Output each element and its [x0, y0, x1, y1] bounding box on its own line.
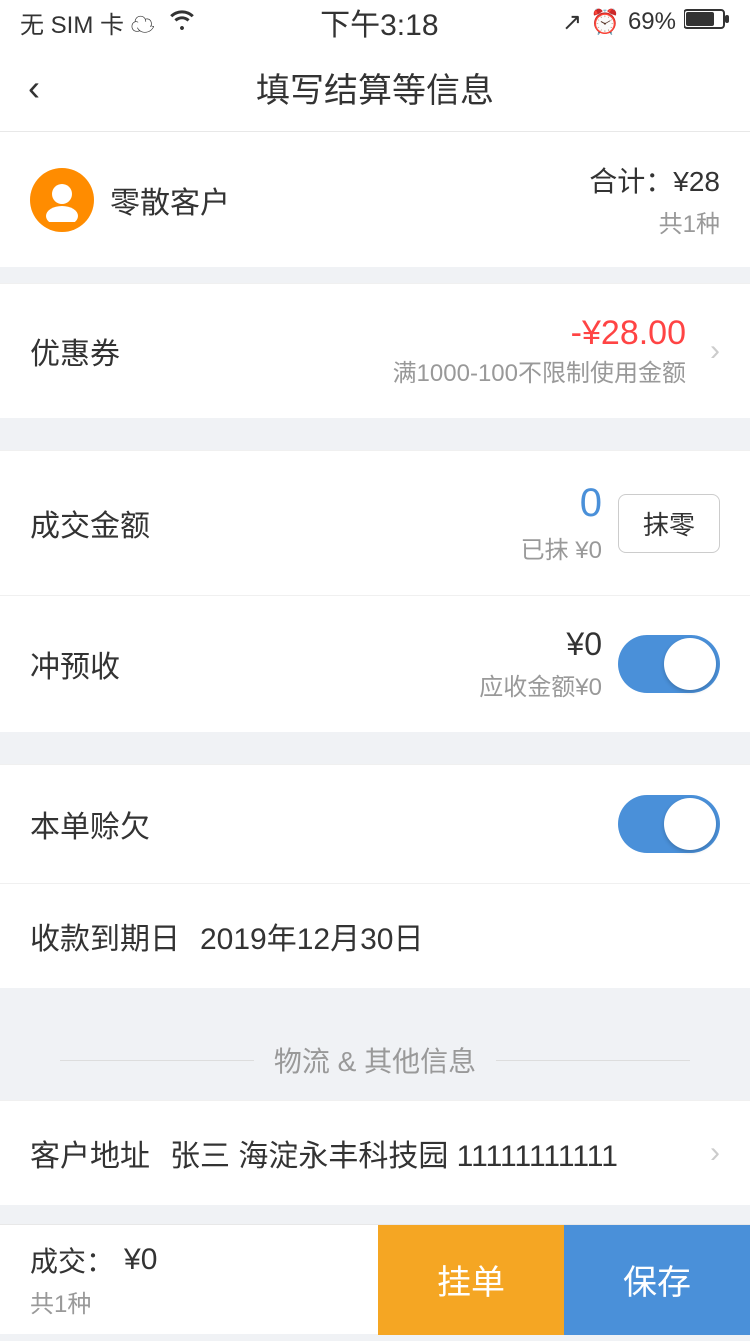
discount-desc: 满1000-100不限制使用金额 — [393, 353, 686, 388]
round-zero-button[interactable]: 抹零 — [618, 494, 720, 553]
chevron-right-icon: › — [710, 334, 720, 368]
coupon-section: 优惠券 -¥28.00 满1000-100不限制使用金额 › — [0, 283, 750, 418]
toggle-knob — [664, 638, 716, 690]
logistics-header: 物流 & 其他信息 — [0, 1020, 750, 1100]
back-button[interactable]: ‹ — [28, 67, 40, 109]
transaction-amount: 0 — [521, 481, 602, 526]
debt-toggle-knob — [664, 798, 716, 850]
save-button[interactable]: 保存 — [564, 1225, 750, 1335]
discount-amount: -¥28.00 — [393, 314, 686, 353]
transaction-right: 0 已抹 ¥0 抹零 — [521, 481, 720, 565]
address-chevron-icon: › — [710, 1136, 720, 1170]
bottom-trans-amount: ¥0 — [124, 1243, 157, 1277]
total-count: 共1种 — [589, 204, 720, 239]
avatar — [30, 168, 94, 232]
coupon-label: 优惠券 — [30, 329, 150, 373]
divider-2 — [0, 748, 750, 764]
location-icon: ↗ — [562, 8, 582, 37]
pending-button[interactable]: 挂单 — [378, 1225, 564, 1335]
coupon-row[interactable]: 优惠券 -¥28.00 满1000-100不限制使用金额 › — [0, 283, 750, 418]
transaction-value-wrapper: 0 已抹 ¥0 — [521, 481, 602, 565]
prepayment-value-wrapper: ¥0 应收金额¥0 — [479, 626, 602, 702]
status-right: ↗ ⏰ 69% — [562, 8, 730, 37]
debt-row: 本单赊欠 — [0, 764, 750, 883]
prepayment-right: ¥0 应收金额¥0 — [479, 626, 720, 702]
wifi-icon — [167, 8, 197, 37]
content: 零散客户 合计：¥28 共1种 优惠券 -¥28.00 满1000-100不限制… — [0, 132, 750, 1341]
address-label: 客户地址 — [30, 1131, 150, 1175]
bottom-info: 成交： ¥0 共1种 — [0, 1240, 378, 1319]
address-section: 客户地址 张三 海淀永丰科技园 11111111111 › — [0, 1100, 750, 1205]
rounded-label: 已抹 ¥0 — [521, 530, 602, 565]
transaction-row: 成交金额 0 已抹 ¥0 抹零 — [0, 450, 750, 595]
customer-name: 零散客户 — [110, 178, 230, 222]
address-row[interactable]: 客户地址 张三 海淀永丰科技园 11111111111 › — [0, 1100, 750, 1205]
due-date-row: 收款到期日 2019年12月30日 — [0, 883, 750, 988]
divider-1 — [0, 434, 750, 450]
prepayment-row: 冲预收 ¥0 应收金额¥0 — [0, 595, 750, 732]
status-left: 无 SIM 卡 ☁ — [20, 5, 197, 40]
debt-section: 本单赊欠 收款到期日 2019年12月30日 — [0, 764, 750, 988]
coupon-right: -¥28.00 满1000-100不限制使用金额 › — [393, 314, 720, 388]
debt-label: 本单赊欠 — [30, 802, 150, 846]
transaction-section: 成交金额 0 已抹 ¥0 抹零 冲预收 ¥0 应收金额¥0 — [0, 450, 750, 732]
page-title: 填写结算等信息 — [256, 63, 494, 112]
due-date-value: 2019年12月30日 — [200, 914, 423, 958]
bottom-trans-label: 成交： — [30, 1240, 114, 1280]
debt-right — [618, 795, 720, 853]
prepayment-sub: 应收金额¥0 — [479, 667, 602, 702]
prepayment-value: ¥0 — [479, 626, 602, 663]
total-amount: 合计：¥28 — [589, 160, 720, 200]
nav-bar: ‹ 填写结算等信息 — [0, 44, 750, 132]
customer-section: 零散客户 合计：¥28 共1种 — [0, 132, 750, 267]
customer-total: 合计：¥28 共1种 — [589, 160, 720, 239]
status-time: 下午3:18 — [320, 0, 438, 44]
prepayment-toggle[interactable] — [618, 635, 720, 693]
battery-icon — [684, 8, 730, 37]
coupon-value-wrapper: -¥28.00 满1000-100不限制使用金额 — [393, 314, 686, 388]
bottom-trans: 成交： ¥0 — [30, 1240, 348, 1280]
customer-info: 零散客户 — [30, 168, 230, 232]
prepayment-label: 冲预收 — [30, 642, 150, 686]
transaction-label: 成交金额 — [30, 501, 150, 545]
bottom-count: 共1种 — [30, 1284, 348, 1319]
bottom-bar: 成交： ¥0 共1种 挂单 保存 — [0, 1224, 750, 1334]
battery-label: 69% — [628, 8, 676, 36]
alarm-icon: ⏰ — [590, 8, 620, 37]
sim-label: 无 SIM 卡 ☁ — [20, 5, 155, 40]
status-bar: 无 SIM 卡 ☁ 下午3:18 ↗ ⏰ 69% — [0, 0, 750, 44]
address-value: 张三 海淀永丰科技园 11111111111 — [170, 1131, 702, 1175]
divider-3 — [0, 1004, 750, 1020]
debt-toggle[interactable] — [618, 795, 720, 853]
customer-row: 零散客户 合计：¥28 共1种 — [0, 132, 750, 267]
due-date-label: 收款到期日 — [30, 914, 180, 958]
logistics-label: 物流 & 其他信息 — [254, 1040, 496, 1080]
